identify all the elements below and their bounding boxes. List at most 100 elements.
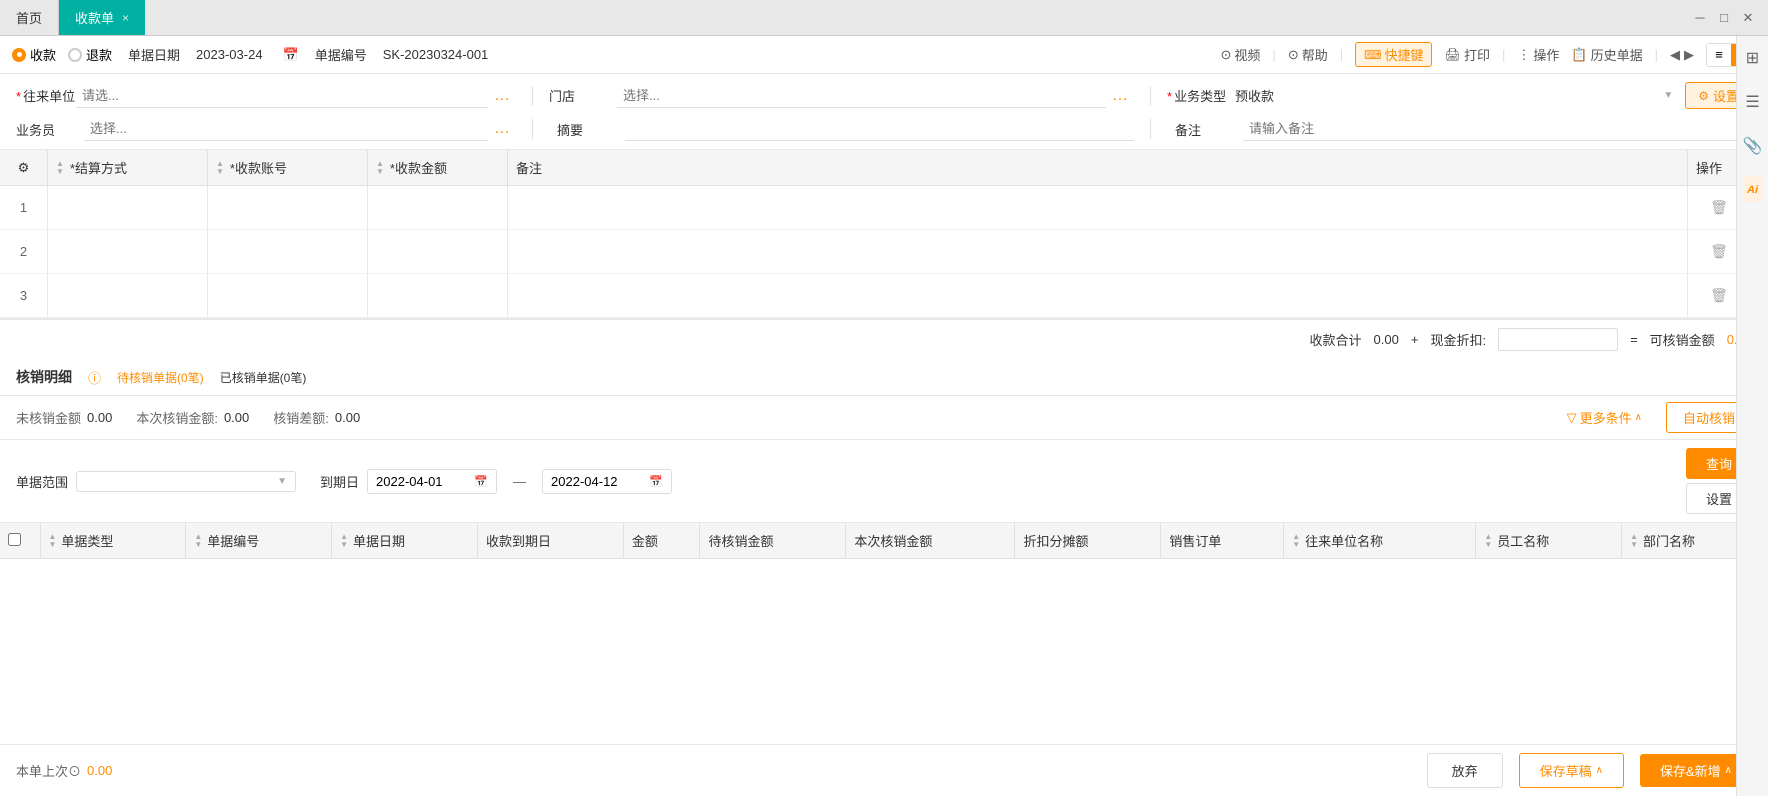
operations-action[interactable]: ⋮ 操作 bbox=[1517, 45, 1559, 64]
unverified-stat: 未核销金额 0.00 bbox=[16, 408, 112, 427]
sort-arrows-amount: ▲▼ bbox=[376, 160, 384, 176]
layout-list-button[interactable]: ≡ bbox=[1707, 44, 1731, 66]
tab-current[interactable]: 收款单 × bbox=[59, 0, 145, 35]
current-value: 0.00 bbox=[224, 410, 249, 425]
right-sidebar: ⊞ ☰ 📎 Ai bbox=[1736, 36, 1768, 796]
form-row-1: *往来单位 … 门店 … *业务类型 预收款 ▼ ⚙ bbox=[16, 82, 1752, 109]
save-new-arrow: ∧ bbox=[1725, 765, 1732, 776]
equals-sign: = bbox=[1630, 332, 1638, 347]
staff-input[interactable] bbox=[84, 117, 488, 141]
unverified-label: 未核销金额 bbox=[16, 408, 81, 427]
th-due-date: 收款到期日 bbox=[477, 523, 623, 559]
sidebar-ai-icon[interactable]: Ai bbox=[1743, 176, 1762, 202]
maximize-button[interactable]: □ bbox=[1716, 10, 1732, 26]
remarks-input[interactable] bbox=[1243, 117, 1752, 141]
date-label: 单据日期 bbox=[128, 45, 180, 64]
row-2-remark[interactable] bbox=[508, 230, 1688, 273]
summary-field-group: 摘要 bbox=[549, 117, 1134, 141]
tab-home-label: 首页 bbox=[16, 8, 42, 27]
video-action[interactable]: ⊙ 视频 bbox=[1221, 45, 1261, 64]
verify-info-icon[interactable]: ⓘ bbox=[88, 368, 101, 387]
video-label: 视频 bbox=[1234, 45, 1260, 64]
delete-icon-1[interactable]: 🗑 bbox=[1710, 199, 1728, 216]
counterpart-input[interactable] bbox=[76, 84, 488, 108]
th-settings[interactable]: ⚙ bbox=[0, 150, 48, 185]
row-3-amount[interactable] bbox=[368, 274, 508, 317]
tab-home[interactable]: 首页 bbox=[0, 0, 59, 35]
bill-no-label: 单据编号 bbox=[315, 45, 367, 64]
staff-label: 业务员 bbox=[16, 120, 76, 139]
row-1-amount[interactable] bbox=[368, 186, 508, 229]
calendar-icon[interactable]: 📅 bbox=[283, 47, 299, 63]
th-counterpart: ▲▼ 往来单位名称 bbox=[1284, 523, 1476, 559]
discount-input[interactable] bbox=[1498, 328, 1618, 351]
net-label: 可核销金额 bbox=[1650, 330, 1715, 349]
row-3-settlement[interactable] bbox=[48, 274, 208, 317]
range-select[interactable]: ▼ bbox=[76, 471, 296, 492]
row-2-settlement[interactable] bbox=[48, 230, 208, 273]
save-draft-button[interactable]: 保存草稿 ∧ bbox=[1519, 753, 1624, 788]
counterpart-more-icon[interactable]: … bbox=[488, 87, 516, 105]
row-1-settlement[interactable] bbox=[48, 186, 208, 229]
verify-title: 核销明细 bbox=[16, 367, 72, 387]
staff-more-icon[interactable]: … bbox=[488, 120, 516, 138]
filter-settings-label: 设置 bbox=[1706, 492, 1732, 507]
store-input[interactable] bbox=[617, 84, 1106, 108]
radio-refund-label: 退款 bbox=[86, 45, 112, 64]
remarks-label: 备注 bbox=[1175, 120, 1235, 139]
due-date-label: 到期日 bbox=[320, 472, 359, 491]
abandon-button[interactable]: 放弃 bbox=[1427, 753, 1503, 788]
minimize-button[interactable]: ─ bbox=[1692, 10, 1708, 26]
table-header: ⚙ ▲▼ *结算方式 ▲▼ *收款账号 ▲▼ *收款金额 备注 bbox=[0, 150, 1768, 186]
save-draft-arrow: ∧ bbox=[1596, 765, 1603, 776]
radio-receive-dot bbox=[12, 48, 26, 62]
date-to-input[interactable]: 2022-04-12 📅 bbox=[542, 469, 672, 494]
select-all-checkbox[interactable] bbox=[8, 533, 21, 546]
summary-input[interactable] bbox=[625, 117, 1134, 141]
row-1-account[interactable] bbox=[208, 186, 368, 229]
shortcut-button[interactable]: ⌨ 快捷键 bbox=[1355, 42, 1432, 67]
th-remark-label: 备注 bbox=[516, 158, 542, 177]
prev-arrow[interactable]: ◀ bbox=[1670, 47, 1680, 63]
th-discount: 折扣分摊额 bbox=[1015, 523, 1161, 559]
close-button[interactable]: ✕ bbox=[1740, 10, 1756, 26]
range-filter-group: 单据范围 ▼ bbox=[16, 471, 296, 492]
pending-tab[interactable]: 待核销单据(0笔) bbox=[117, 369, 204, 386]
date-from-input[interactable]: 2022-04-01 📅 bbox=[367, 469, 497, 494]
business-type-label: *业务类型 bbox=[1167, 86, 1227, 105]
sidebar-clip-icon[interactable]: 📎 bbox=[1739, 132, 1767, 160]
delete-icon-2[interactable]: 🗑 bbox=[1710, 243, 1728, 260]
th-settlement: ▲▼ *结算方式 bbox=[48, 150, 208, 185]
history-action[interactable]: 📋 历史单据 bbox=[1571, 45, 1642, 64]
next-arrow[interactable]: ▶ bbox=[1684, 47, 1694, 63]
sidebar-list-icon[interactable]: ☰ bbox=[1741, 88, 1763, 116]
business-type-chevron[interactable]: ▼ bbox=[1663, 90, 1673, 101]
sidebar-table-icon[interactable]: ⊞ bbox=[1742, 44, 1763, 72]
shortcut-label: 快捷键 bbox=[1384, 45, 1423, 64]
row-3-remark[interactable] bbox=[508, 274, 1688, 317]
divider-4 bbox=[1150, 119, 1151, 139]
receipt-table-container: ⚙ ▲▼ *结算方式 ▲▼ *收款账号 ▲▼ *收款金额 备注 bbox=[0, 150, 1768, 318]
calendar-from-icon[interactable]: 📅 bbox=[474, 475, 488, 488]
help-action[interactable]: ⊙ 帮助 bbox=[1288, 45, 1328, 64]
row-2-amount[interactable] bbox=[368, 230, 508, 273]
radio-receive[interactable]: 收款 bbox=[12, 45, 56, 64]
done-tab[interactable]: 已核销单据(0笔) bbox=[220, 369, 307, 386]
th-amount: ▲▼ *收款金额 bbox=[368, 150, 508, 185]
tab-close-icon[interactable]: × bbox=[122, 11, 129, 25]
summary-label: 摘要 bbox=[557, 120, 617, 139]
store-more-icon[interactable]: … bbox=[1106, 87, 1134, 105]
date-separator: — bbox=[513, 474, 526, 489]
range-label: 单据范围 bbox=[16, 472, 68, 491]
delete-icon-3[interactable]: 🗑 bbox=[1710, 287, 1728, 304]
row-1-remark[interactable] bbox=[508, 186, 1688, 229]
print-action[interactable]: 🖨 打印 bbox=[1444, 45, 1490, 64]
calendar-to-icon[interactable]: 📅 bbox=[649, 475, 663, 488]
row-3-account[interactable] bbox=[208, 274, 368, 317]
more-conditions-button[interactable]: ▽ 更多条件 ∧ bbox=[1567, 408, 1642, 427]
history-label: 历史单据 bbox=[1591, 45, 1643, 64]
row-2-account[interactable] bbox=[208, 230, 368, 273]
divider-3 bbox=[532, 119, 533, 139]
radio-refund[interactable]: 退款 bbox=[68, 45, 112, 64]
store-field-group: 门店 … bbox=[549, 84, 1134, 108]
